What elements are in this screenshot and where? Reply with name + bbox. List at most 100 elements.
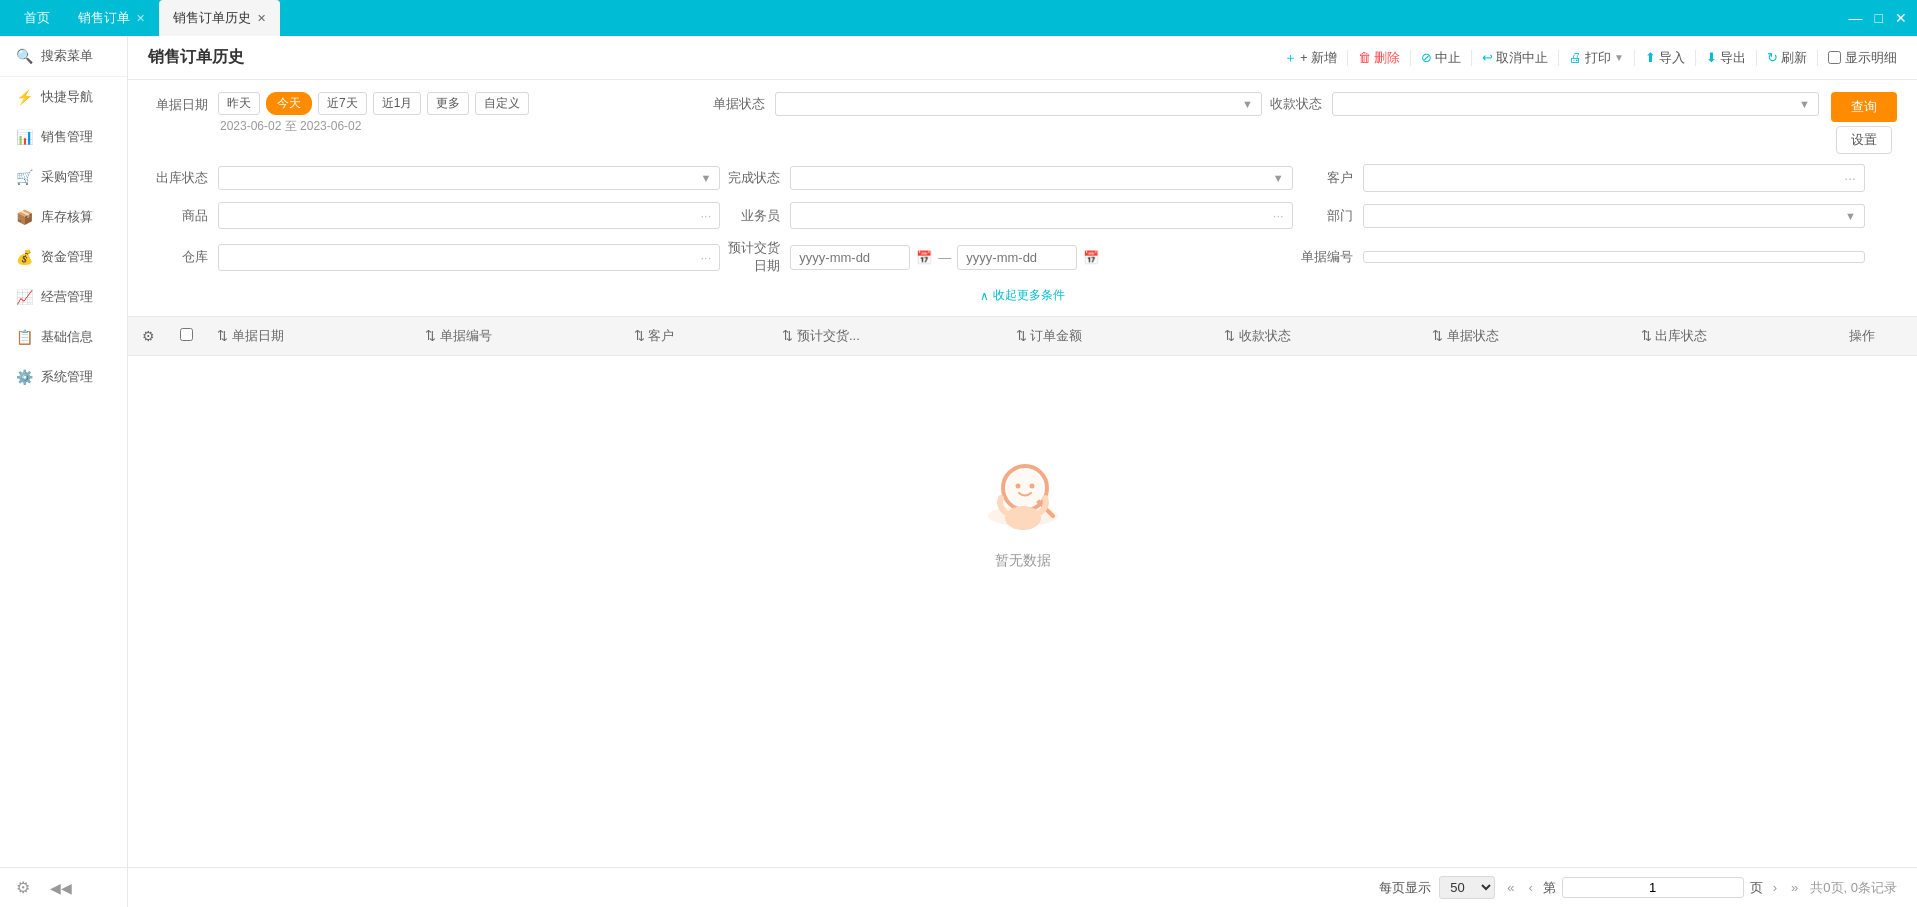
date-today-btn[interactable]: 今天: [266, 92, 312, 115]
toolbar-divider4: [1558, 50, 1559, 66]
date-more-btn[interactable]: 更多: [427, 92, 469, 115]
delete-btn[interactable]: 🗑 删除: [1358, 49, 1400, 67]
salesperson-input[interactable]: ···: [790, 202, 1292, 229]
salesperson-label: 业务员: [720, 207, 790, 225]
display-detail-checkbox-label[interactable]: 显示明细: [1828, 49, 1897, 67]
department-label: 部门: [1293, 207, 1363, 225]
setting-btn[interactable]: 设置: [1836, 126, 1892, 154]
col-order-status[interactable]: ⇅ 单据状态: [1420, 317, 1628, 356]
date-from-input[interactable]: [790, 245, 910, 270]
col-customer[interactable]: ⇅ 客户: [622, 317, 771, 356]
customer-dots[interactable]: ···: [1844, 170, 1856, 186]
first-page-btn[interactable]: «: [1503, 878, 1518, 897]
calendar-to-icon[interactable]: 📅: [1083, 250, 1099, 265]
col-payment-status[interactable]: ⇅ 收款状态: [1212, 317, 1420, 356]
page-nav: « ‹ 第 页 › »: [1503, 877, 1802, 898]
table-footer: 每页显示 50 100 200 « ‹ 第 页 › » 共0页, 0条记录: [128, 867, 1917, 907]
stop-btn[interactable]: ⊘ 中止: [1421, 49, 1461, 67]
sidebar-collapse-icon[interactable]: ◀◀: [50, 880, 72, 896]
sidebar-item-purchase-mgmt[interactable]: 🛒 采购管理: [0, 157, 127, 197]
col-date[interactable]: ⇅ 单据日期: [205, 317, 413, 356]
stop-icon: ⊘: [1421, 50, 1432, 65]
customer-group: 客户 ···: [1293, 164, 1865, 192]
refresh-icon: ↻: [1767, 50, 1778, 65]
col-delivery-status[interactable]: ⇅ 出库状态: [1629, 317, 1837, 356]
product-dots[interactable]: ···: [700, 208, 711, 223]
plus-icon: ＋: [1284, 49, 1297, 67]
filter-row-2: 出库状态 ▼ 完成状态 ▼ 客户: [148, 164, 1897, 192]
print-btn[interactable]: 🖨 打印 ▼: [1569, 49, 1624, 67]
query-btn[interactable]: 查询: [1831, 92, 1897, 122]
empty-text: 暂无数据: [995, 552, 1051, 570]
toolbar-divider2: [1410, 50, 1411, 66]
payment-status-select[interactable]: ▼: [1332, 92, 1819, 116]
calendar-from-icon[interactable]: 📅: [916, 250, 932, 265]
sidebar-item-basic-info[interactable]: 📋 基础信息: [0, 317, 127, 357]
delivery-status-select[interactable]: ▼: [218, 166, 720, 190]
minimize-btn[interactable]: —: [1849, 10, 1863, 26]
warehouse-dots[interactable]: ···: [700, 250, 711, 265]
date-7days-btn[interactable]: 近7天: [318, 92, 367, 115]
import-btn[interactable]: ⬆ 导入: [1645, 49, 1685, 67]
prev-page-btn[interactable]: ‹: [1524, 878, 1536, 897]
operations-icon: 📈: [16, 289, 33, 305]
select-all-checkbox[interactable]: [180, 328, 193, 341]
purchase-mgmt-icon: 🛒: [16, 169, 33, 185]
col-date-label: ⇅ 单据日期: [217, 328, 284, 343]
department-group: 部门 ▼: [1293, 204, 1865, 228]
inventory-icon: 📦: [16, 209, 33, 225]
last-page-btn[interactable]: »: [1787, 878, 1802, 897]
sidebar-settings-icon[interactable]: ⚙: [16, 878, 30, 897]
settings-col[interactable]: ⚙: [128, 317, 168, 356]
completion-status-select[interactable]: ▼: [790, 166, 1292, 190]
date-yesterday-btn[interactable]: 昨天: [218, 92, 260, 115]
sidebar-item-sales-mgmt[interactable]: 📊 销售管理: [0, 117, 127, 157]
refresh-btn[interactable]: ↻ 刷新: [1767, 49, 1807, 67]
tab-close-history[interactable]: ✕: [257, 12, 266, 25]
department-select[interactable]: ▼: [1363, 204, 1865, 228]
check-col[interactable]: [168, 317, 205, 356]
sidebar-item-finance[interactable]: 💰 资金管理: [0, 237, 127, 277]
col-expected-delivery[interactable]: ⇅ 预计交货...: [770, 317, 1003, 356]
warehouse-input[interactable]: ···: [218, 244, 720, 271]
date-1month-btn[interactable]: 近1月: [373, 92, 422, 115]
cancel-stop-btn[interactable]: ↩ 取消中止: [1482, 49, 1548, 67]
sidebar-item-search-menu[interactable]: 🔍 搜索菜单: [0, 36, 127, 77]
toolbar-divider8: [1817, 50, 1818, 66]
salesperson-dots[interactable]: ···: [1273, 208, 1284, 223]
date-custom-btn[interactable]: 自定义: [475, 92, 529, 115]
display-detail-checkbox[interactable]: [1828, 51, 1841, 64]
empty-content: 暂无数据: [128, 436, 1917, 570]
col-delivery-status-label: ⇅ 出库状态: [1641, 328, 1708, 343]
delivery-chevron: ▼: [700, 172, 711, 184]
col-amount[interactable]: ⇅ 订单金额: [1004, 317, 1212, 356]
tab-close-sales-order[interactable]: ✕: [136, 12, 145, 25]
product-input[interactable]: ···: [218, 202, 720, 229]
new-btn[interactable]: ＋ + 新增: [1284, 49, 1337, 67]
tab-home[interactable]: 首页: [10, 0, 64, 36]
window-controls: — □ ✕: [1849, 10, 1907, 26]
page-suffix: 页: [1750, 879, 1763, 897]
per-page-select[interactable]: 50 100 200: [1439, 876, 1495, 899]
collapse-row[interactable]: ∧ 收起更多条件: [148, 283, 1897, 308]
sidebar-item-quick-nav[interactable]: ⚡ 快捷导航: [0, 77, 127, 117]
col-number[interactable]: ⇅ 单据编号: [413, 317, 621, 356]
date-controls: 昨天 今天 近7天 近1月 更多 自定义 2023-06-02 至 2023-0…: [218, 92, 529, 135]
col-operation-label: 操作: [1849, 328, 1875, 343]
next-page-btn[interactable]: ›: [1769, 878, 1781, 897]
sidebar-item-system[interactable]: ⚙️ 系统管理: [0, 357, 127, 397]
sidebar-item-inventory[interactable]: 📦 库存核算: [0, 197, 127, 237]
page-number-input[interactable]: [1562, 877, 1744, 898]
export-btn[interactable]: ⬇ 导出: [1706, 49, 1746, 67]
product-group: 商品 ···: [148, 202, 720, 229]
date-to-input[interactable]: [957, 245, 1077, 270]
order-number-input[interactable]: [1363, 251, 1865, 263]
sidebar-item-operations[interactable]: 📈 经营管理: [0, 277, 127, 317]
order-status-select[interactable]: ▼: [775, 92, 1262, 116]
tab-sales-order-history[interactable]: 销售订单历史 ✕: [159, 0, 280, 36]
delete-icon: 🗑: [1358, 50, 1371, 65]
maximize-btn[interactable]: □: [1875, 10, 1883, 26]
customer-input[interactable]: ···: [1363, 164, 1865, 192]
tab-sales-order[interactable]: 销售订单 ✕: [64, 0, 159, 36]
close-btn[interactable]: ✕: [1895, 10, 1907, 26]
